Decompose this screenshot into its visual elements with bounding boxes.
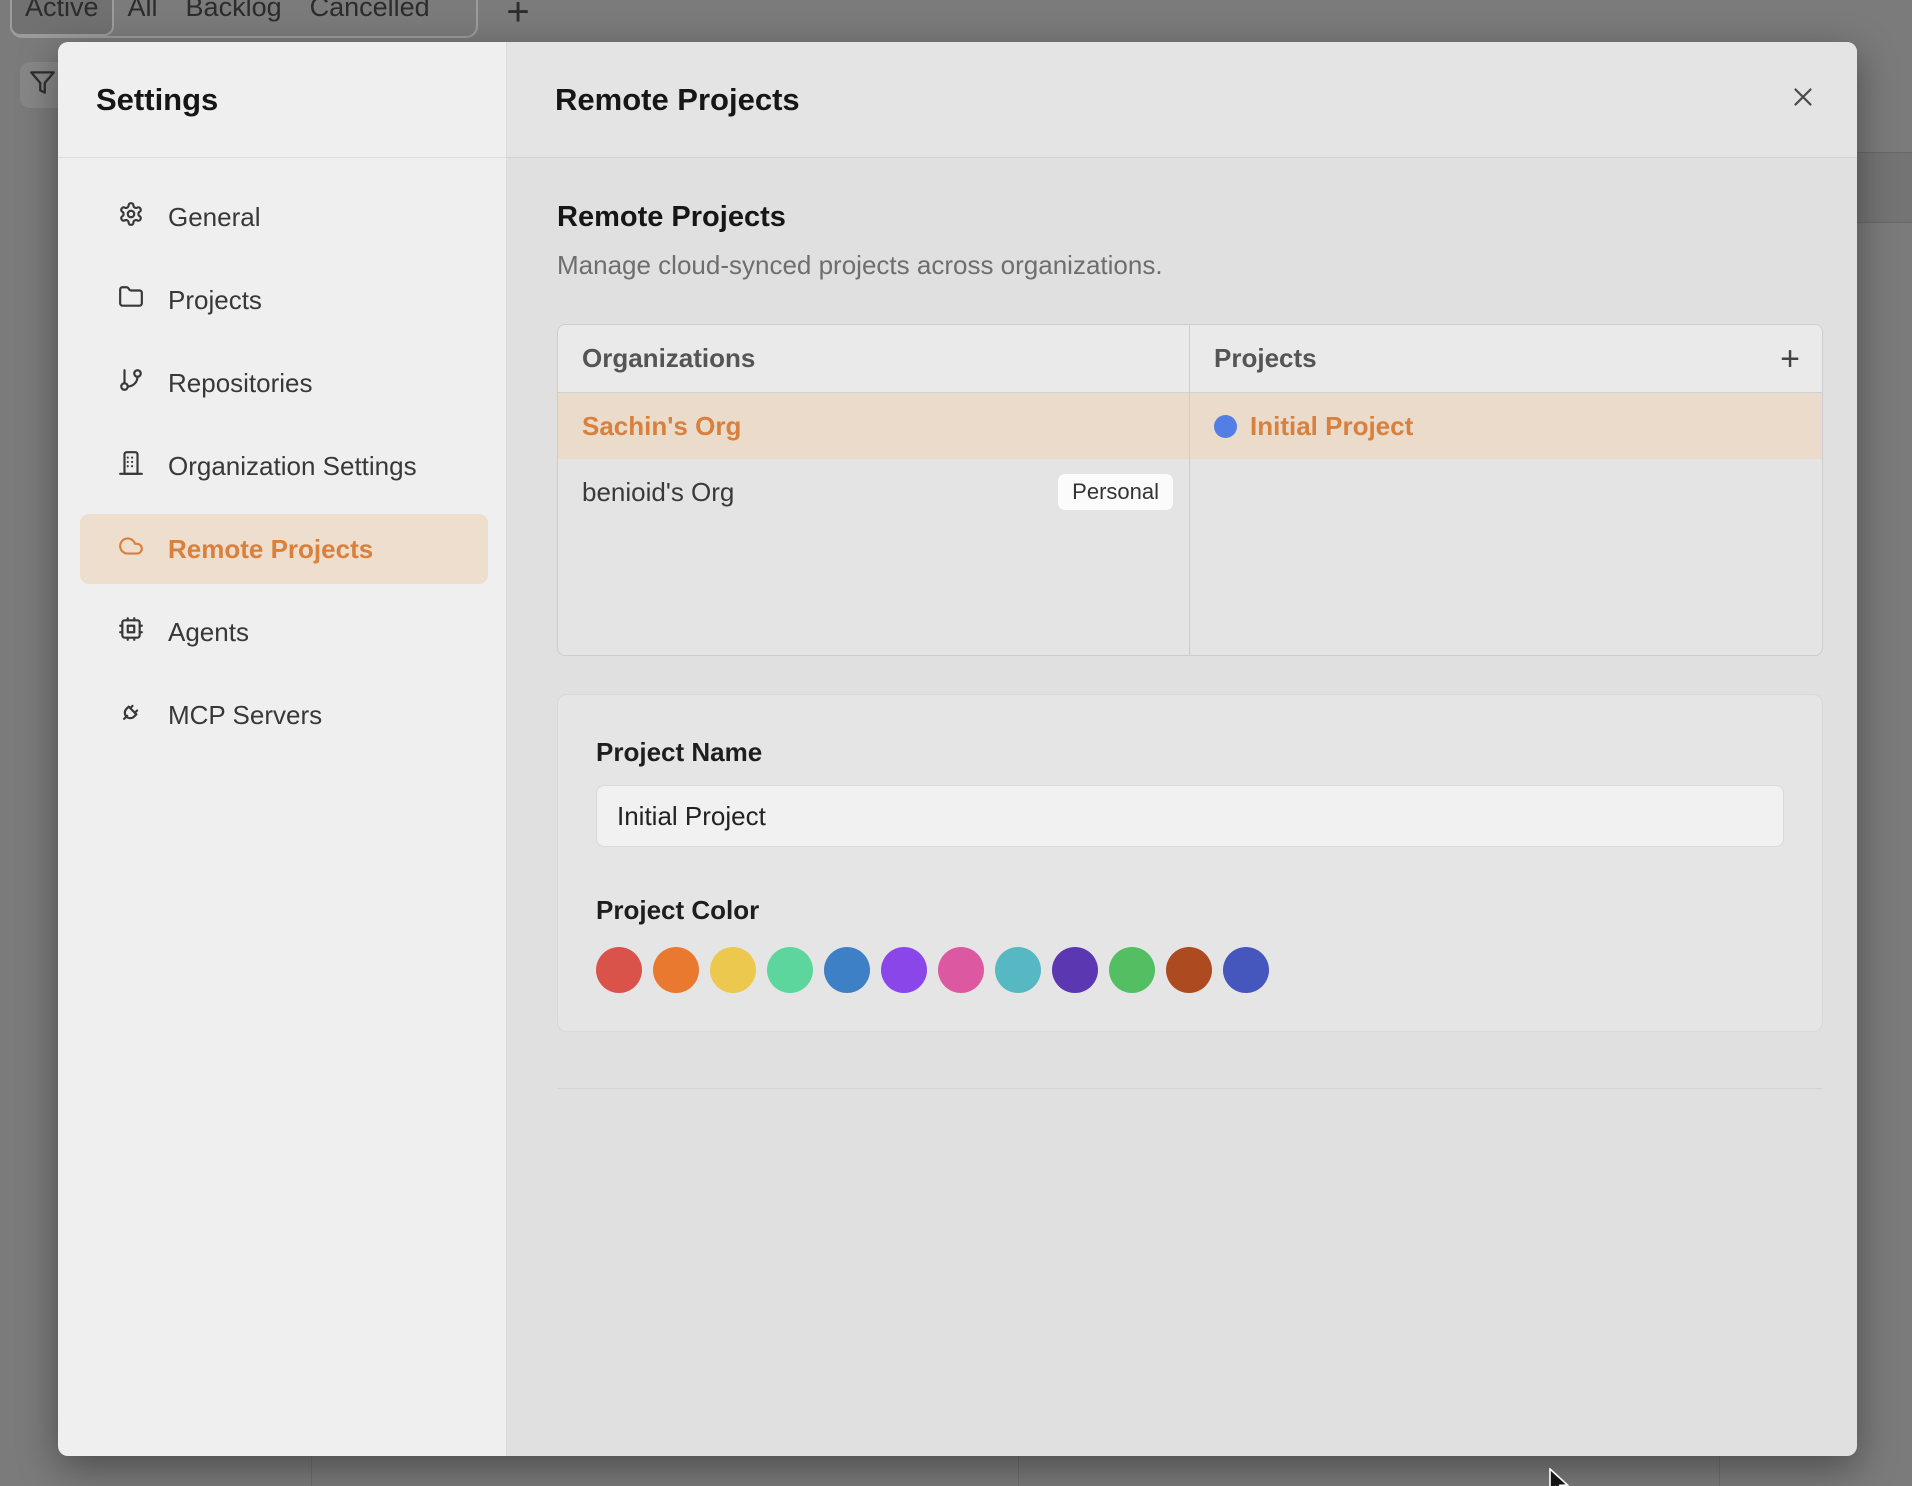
color-swatch-yellow[interactable] (710, 947, 756, 993)
sidebar-item-general[interactable]: General (80, 182, 488, 252)
project-row-initial-project[interactable]: Initial Project (1190, 393, 1822, 459)
sidebar-item-label: Remote Projects (168, 533, 374, 564)
board-column-divider (311, 1454, 312, 1486)
sidebar-item-mcp-servers[interactable]: MCP Servers (80, 680, 488, 750)
color-swatch-teal[interactable] (995, 947, 1041, 993)
git-branch-icon (118, 367, 144, 400)
org-row-benioids-org[interactable]: benioid's Org Personal (558, 459, 1189, 525)
org-projects-table: Organizations Sachin's Org benioid's Org… (557, 324, 1823, 656)
settings-modal: Settings General Projects Repositories O… (58, 42, 1857, 1456)
sidebar-item-remote-projects[interactable]: Remote Projects (80, 514, 488, 584)
close-button[interactable] (1781, 78, 1825, 122)
organizations-column: Organizations Sachin's Org benioid's Org… (558, 325, 1190, 655)
sidebar-item-repositories[interactable]: Repositories (80, 348, 488, 418)
panel-title: Remote Projects (555, 81, 800, 117)
tab-cancelled[interactable]: Cancelled (296, 0, 444, 36)
color-swatch-pink[interactable] (938, 947, 984, 993)
add-project-button[interactable]: + (1780, 342, 1800, 376)
sidebar-item-label: Projects (168, 284, 262, 315)
cpu-icon (118, 616, 144, 649)
color-swatch-purple[interactable] (1052, 947, 1098, 993)
project-name: Initial Project (1250, 410, 1414, 441)
folder-icon (118, 284, 144, 317)
panel-header: Remote Projects (507, 42, 1857, 158)
sidebar-item-agents[interactable]: Agents (80, 597, 488, 667)
project-name-label: Project Name (596, 737, 763, 767)
board-column-divider (1719, 1454, 1720, 1486)
filter-icon (29, 69, 56, 101)
plug-icon (118, 699, 144, 732)
sidebar-item-projects[interactable]: Projects (80, 265, 488, 335)
color-swatch-mint[interactable] (767, 947, 813, 993)
close-icon (1788, 82, 1818, 117)
projects-header-label: Projects (1214, 343, 1317, 373)
tab-all[interactable]: All (114, 0, 172, 36)
settings-title: Settings (96, 81, 219, 117)
cloud-icon (118, 533, 144, 566)
sidebar-item-label: Agents (168, 616, 249, 647)
personal-badge: Personal (1058, 474, 1173, 510)
sidebar-header: Settings (58, 42, 506, 158)
section-heading: Remote Projects (557, 201, 786, 233)
color-swatches (596, 947, 1784, 993)
building-icon (118, 450, 144, 483)
tab-active[interactable]: Active (10, 0, 114, 36)
sidebar-item-organization-settings[interactable]: Organization Settings (80, 431, 488, 501)
add-tab-button[interactable]: + (498, 0, 538, 36)
sidebar-item-label: Repositories (168, 367, 313, 398)
color-swatch-rust[interactable] (1166, 947, 1212, 993)
gear-icon (118, 201, 144, 234)
color-swatch-blue[interactable] (824, 947, 870, 993)
board-column-divider (1018, 1454, 1019, 1486)
project-color-dot (1214, 414, 1237, 438)
color-swatch-green[interactable] (1109, 947, 1155, 993)
remote-projects-panel: Remote Projects Remote Projects Manage c… (507, 42, 1857, 1456)
org-name: benioid's Org (582, 476, 735, 507)
section-divider (557, 1088, 1823, 1089)
tab-backlog[interactable]: Backlog (172, 0, 296, 36)
background-header-band (1855, 152, 1912, 223)
panel-content: Remote Projects Manage cloud-synced proj… (507, 158, 1857, 1089)
color-swatch-orange[interactable] (653, 947, 699, 993)
sidebar-item-label: General (168, 201, 261, 232)
organizations-header: Organizations (558, 325, 1189, 393)
color-swatch-indigo[interactable] (1223, 947, 1269, 993)
sidebar-item-label: Organization Settings (168, 450, 417, 481)
projects-column: Projects + Initial Project (1190, 325, 1822, 655)
organizations-header-label: Organizations (582, 343, 756, 373)
settings-sidebar: Settings General Projects Repositories O… (58, 42, 507, 1456)
org-name: Sachin's Org (582, 410, 742, 441)
project-form-card: Project Name Project Color (557, 694, 1823, 1032)
project-name-input[interactable] (596, 785, 1784, 847)
color-swatch-red[interactable] (596, 947, 642, 993)
background-tab-bar: Active All Backlog Cancelled (10, 0, 478, 38)
project-color-label: Project Color (596, 895, 760, 925)
section-subheading: Manage cloud-synced projects across orga… (557, 250, 1163, 280)
sidebar-item-label: MCP Servers (168, 699, 323, 730)
org-row-sachins-org[interactable]: Sachin's Org (558, 393, 1189, 459)
mouse-cursor (1548, 1467, 1574, 1486)
projects-header: Projects + (1190, 325, 1822, 393)
sidebar-nav: General Projects Repositories Organizati… (58, 158, 506, 750)
color-swatch-violet[interactable] (881, 947, 927, 993)
